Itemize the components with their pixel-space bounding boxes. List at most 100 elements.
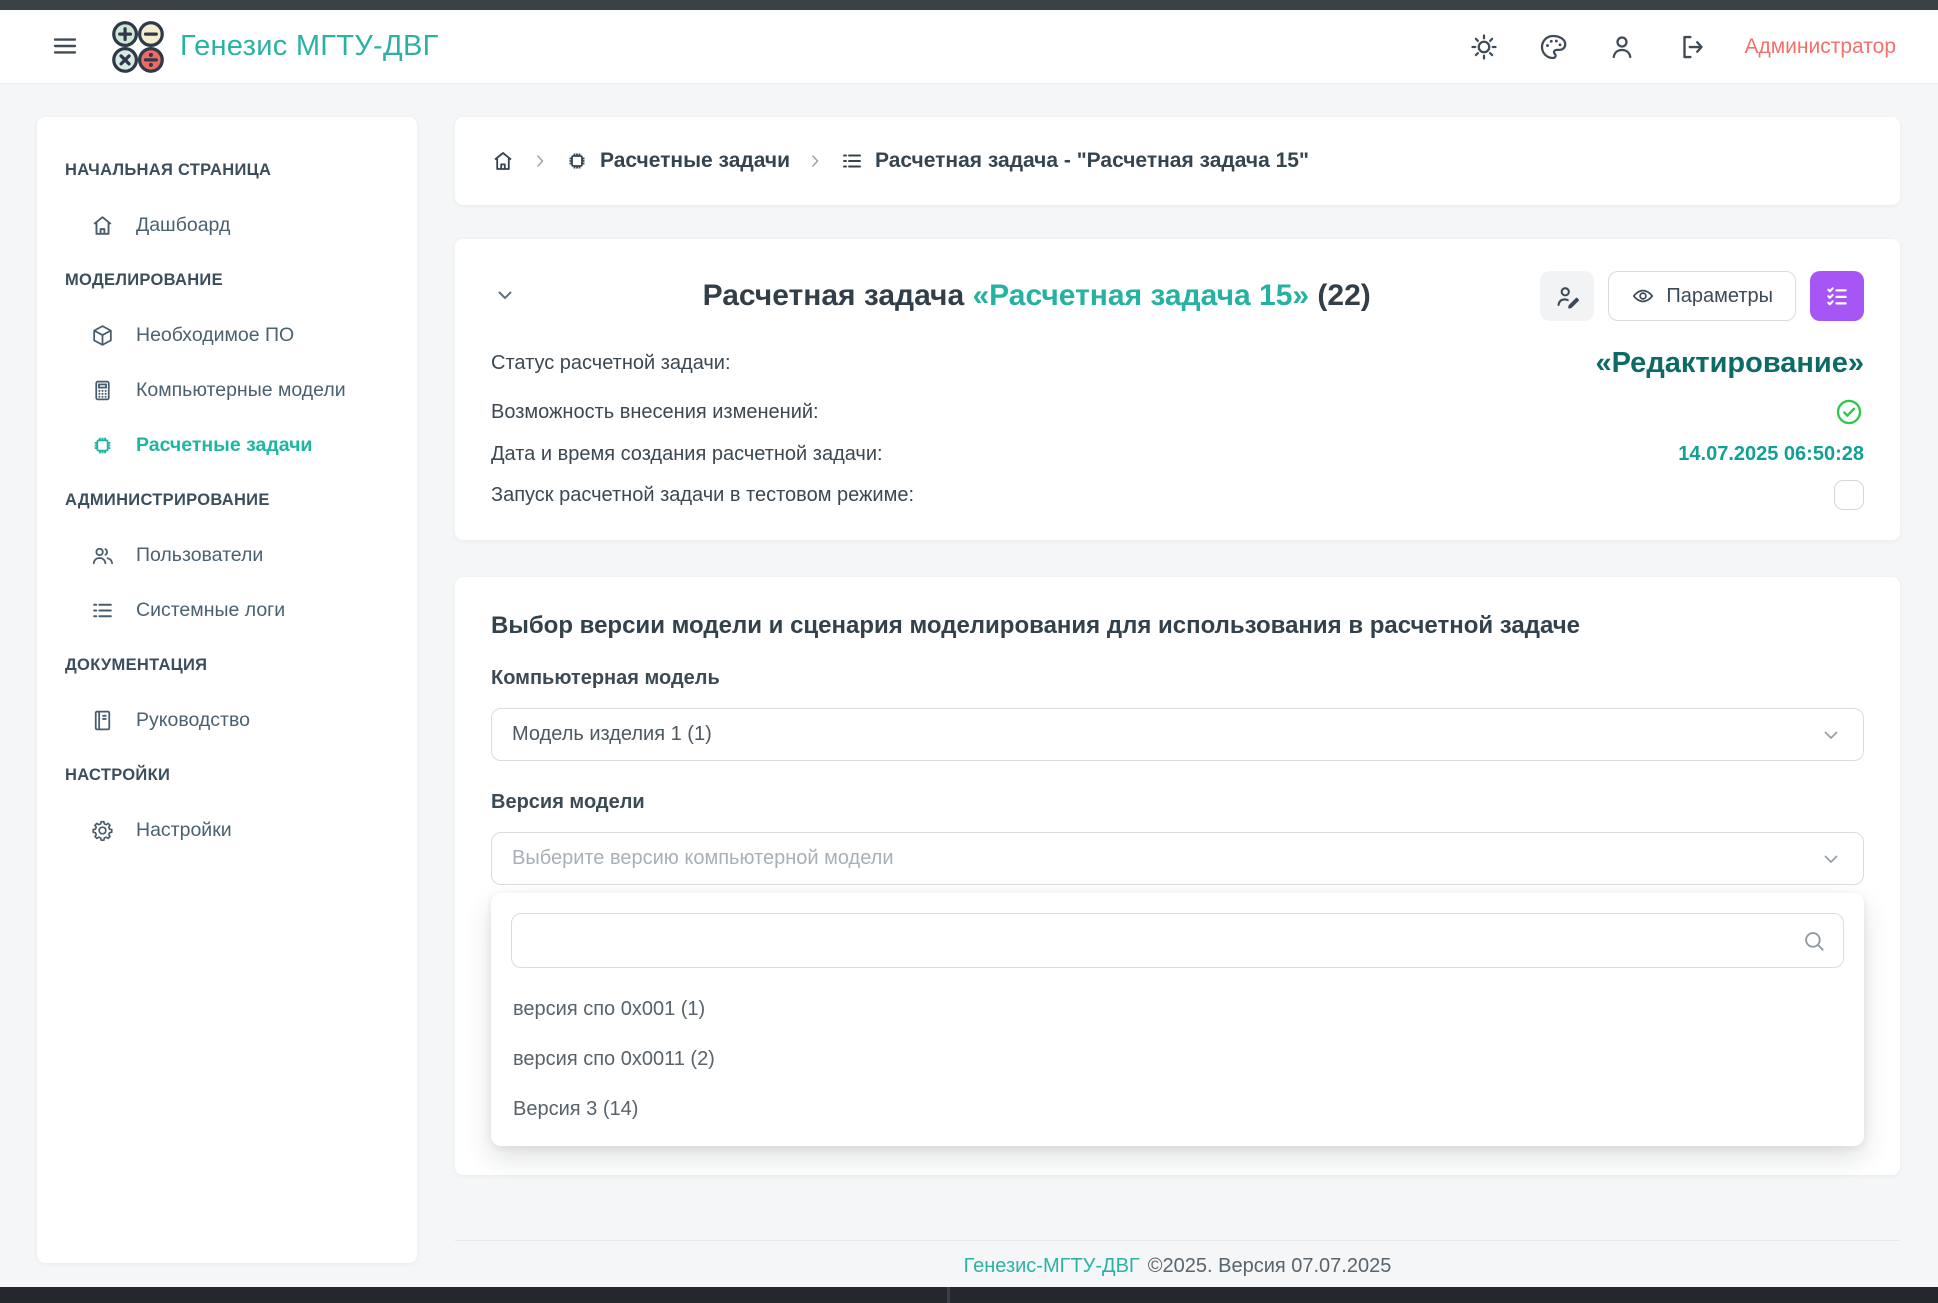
footer-copyright: ©2025. Версия 07.07.2025: [1147, 1255, 1392, 1277]
model-version-label: Версия модели: [491, 791, 645, 813]
logo-icon: [110, 19, 166, 75]
footer: Генезис-МГТУ-ДВГ ©2025. Версия 07.07.2025: [455, 1240, 1900, 1285]
breadcrumb-tasks[interactable]: Расчетные задачи: [565, 149, 790, 173]
task-actions: Параметры: [1540, 271, 1864, 321]
task-title-suffix: (22): [1309, 279, 1371, 312]
sidebar-section-documentation: ДОКУМЕНТАЦИЯ: [65, 656, 208, 674]
version-option-2[interactable]: версия спо 0x0011 (2): [491, 1034, 1864, 1084]
user-role-label[interactable]: Администратор: [1744, 35, 1896, 59]
model-selection-card: Выбор версии модели и сценария моделиров…: [455, 577, 1900, 1175]
breadcrumb-label: Расчетная задача - "Расчетная задача 15": [874, 149, 1309, 172]
chevron-down-icon: [1819, 847, 1843, 871]
sidebar-item-software[interactable]: Необходимое ПО: [37, 308, 417, 363]
logout-button[interactable]: [1675, 31, 1707, 63]
app-window: Генезис МГТУ-ДВГ Администратор НАЧАЛЬНАЯ…: [0, 0, 1938, 1303]
created-label: Дата и время создания расчетной задачи:: [491, 442, 883, 465]
user-icon: [1613, 35, 1632, 58]
edit-participants-button[interactable]: [1540, 271, 1595, 321]
version-option-1[interactable]: версия спо 0x001 (1): [491, 984, 1864, 1034]
computer-model-select[interactable]: Модель изделия 1 (1): [491, 708, 1864, 761]
sidebar-section-modeling: МОДЕЛИРОВАНИЕ: [65, 271, 223, 289]
main-content: Расчетные задачи Расчетная задача - "Рас…: [455, 117, 1900, 1285]
sidebar-item-settings[interactable]: Настройки: [37, 803, 417, 858]
theme-toggle-button[interactable]: [1468, 31, 1500, 63]
palette-icon: [1541, 34, 1567, 59]
task-title-prefix: Расчетная задача: [702, 279, 973, 312]
sidebar-item-guide[interactable]: Руководство: [37, 693, 417, 748]
editable-label: Возможность внесения изменений:: [491, 400, 819, 423]
sun-icon: [1471, 33, 1498, 60]
footer-brand-link[interactable]: Генезис-МГТУ-ДВГ: [964, 1255, 1140, 1277]
app-header: Генезис МГТУ-ДВГ Администратор: [0, 10, 1938, 84]
menu-icon: [53, 37, 77, 54]
breadcrumb-label: Расчетные задачи: [600, 149, 790, 172]
chip-icon: [90, 433, 115, 458]
parameters-button[interactable]: Параметры: [1608, 271, 1796, 321]
version-dropdown: версия спо 0x001 (1) версия спо 0x0011 (…: [491, 893, 1864, 1146]
palette-button[interactable]: [1537, 31, 1569, 63]
package-icon: [90, 323, 115, 348]
breadcrumb-home[interactable]: [491, 149, 515, 173]
sidebar-item-computer-models[interactable]: Компьютерные модели: [37, 363, 417, 418]
window-top-strip: [0, 0, 1938, 10]
computer-model-value: Модель изделия 1 (1): [512, 723, 712, 745]
test-mode-label: Запуск расчетной задачи в тестовом режим…: [491, 483, 914, 506]
users-icon: [90, 543, 115, 568]
sidebar-item-system-logs[interactable]: Системные логи: [37, 583, 417, 638]
created-value: 14.07.2025 06:50:28: [1678, 442, 1864, 465]
chevron-down-icon: [1819, 723, 1843, 747]
created-row: Дата и время создания расчетной задачи: …: [491, 441, 1864, 467]
chevron-down-icon: [498, 291, 512, 299]
version-search-input[interactable]: [530, 929, 1801, 952]
list-icon: [840, 149, 864, 173]
status-value: «Редактирование»: [1595, 346, 1864, 379]
brand[interactable]: Генезис МГТУ-ДВГ: [110, 19, 439, 75]
collapse-toggle[interactable]: [491, 282, 519, 310]
sidebar-item-label: Компьютерные модели: [136, 379, 346, 401]
profile-button[interactable]: [1606, 31, 1638, 63]
checklist-icon: [1827, 287, 1847, 306]
test-mode-checkbox[interactable]: [1834, 480, 1864, 510]
book-icon: [90, 708, 115, 733]
chevron-right-icon: [805, 151, 825, 171]
sidebar-item-users[interactable]: Пользователи: [37, 528, 417, 583]
eye-icon: [1633, 289, 1654, 303]
sidebar-item-label: Пользователи: [136, 544, 264, 566]
sidebar-item-label: Необходимое ПО: [136, 324, 295, 346]
calculator-icon: [90, 378, 115, 403]
sidebar-item-label: Дашбоард: [136, 214, 231, 236]
chevron-right-icon: [530, 151, 550, 171]
chip-icon: [565, 149, 589, 173]
task-title: Расчетная задача «Расчетная задача 15» (…: [533, 279, 1540, 313]
computer-model-label: Компьютерная модель: [491, 667, 720, 689]
task-title-name: «Расчетная задача 15»: [972, 279, 1310, 312]
search-icon: [1801, 928, 1827, 954]
sidebar-section-home: НАЧАЛЬНАЯ СТРАНИЦА: [65, 161, 272, 179]
status-row: Статус расчетной задачи: «Редактирование…: [491, 345, 1864, 381]
window-bottom-bar: [0, 1287, 1938, 1303]
check-circle-icon: [1834, 397, 1864, 427]
logs-icon: [90, 598, 115, 623]
app-title: Генезис МГТУ-ДВГ: [180, 30, 439, 62]
editable-row: Возможность внесения изменений:: [491, 397, 1864, 427]
version-search: [511, 913, 1844, 968]
gear-icon: [90, 818, 115, 843]
task-card: Расчетная задача «Расчетная задача 15» (…: [455, 239, 1900, 540]
user-edit-icon: [1557, 286, 1579, 309]
sidebar-item-label: Системные логи: [136, 599, 286, 621]
sidebar-item-dashboard[interactable]: Дашбоард: [37, 198, 417, 253]
checklist-button[interactable]: [1810, 271, 1864, 321]
sidebar-item-calc-tasks[interactable]: Расчетные задачи: [37, 418, 417, 473]
task-card-header: Расчетная задача «Расчетная задача 15» (…: [491, 271, 1864, 321]
sidebar-section-administration: АДМИНИСТРИРОВАНИЕ: [65, 491, 270, 509]
hamburger-menu-button[interactable]: [48, 32, 82, 62]
sidebar-item-label: Руководство: [136, 709, 250, 731]
version-option-3[interactable]: Версия 3 (14): [491, 1084, 1864, 1134]
model-version-select[interactable]: Выберите версию компьютерной модели: [491, 832, 1864, 885]
model-version-placeholder: Выберите версию компьютерной модели: [512, 847, 894, 869]
page-body: НАЧАЛЬНАЯ СТРАНИЦА Дашбоард МОДЕЛИРОВАНИ…: [0, 84, 1938, 1287]
version-options: версия спо 0x001 (1) версия спо 0x0011 (…: [491, 984, 1864, 1134]
sidebar-item-label: Расчетные задачи: [136, 434, 313, 456]
breadcrumb: Расчетные задачи Расчетная задача - "Рас…: [455, 117, 1900, 205]
sidebar: НАЧАЛЬНАЯ СТРАНИЦА Дашбоард МОДЕЛИРОВАНИ…: [37, 117, 417, 1263]
